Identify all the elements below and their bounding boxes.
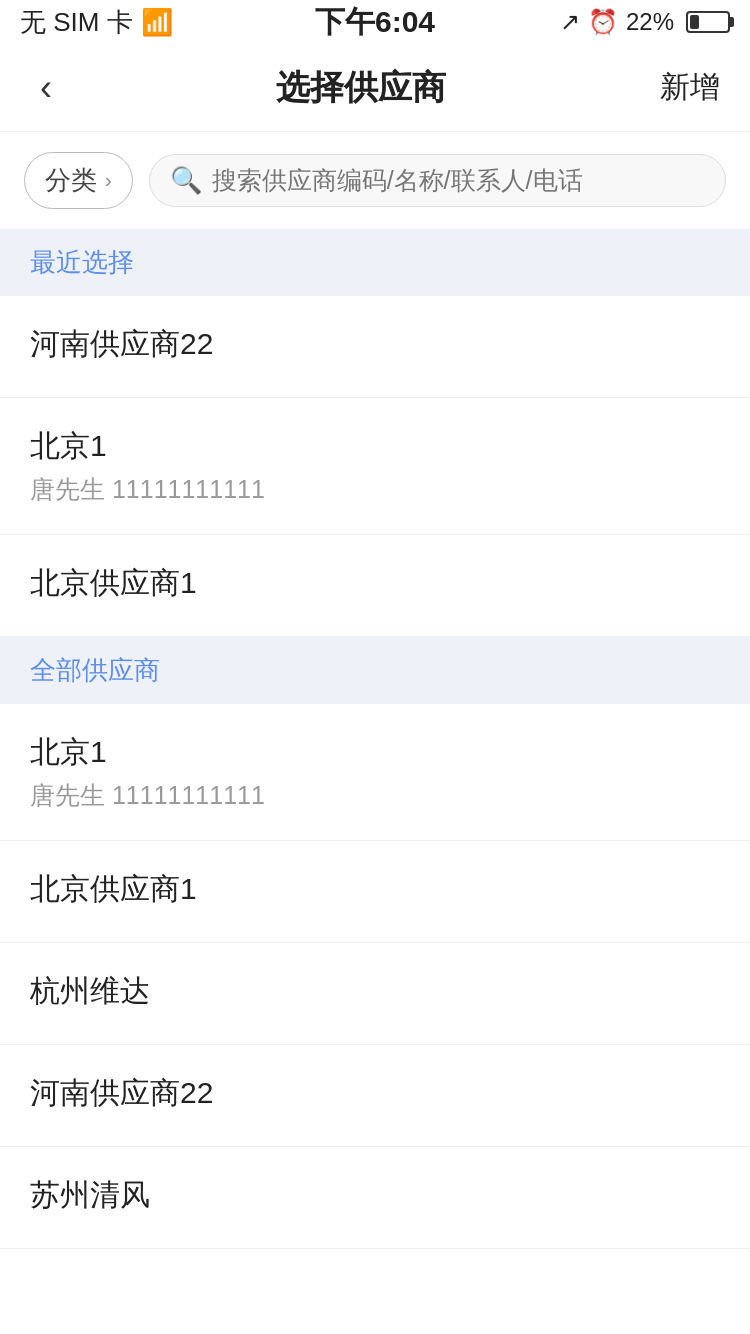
list-item[interactable]: 北京1 唐先生 11111111111 (0, 704, 750, 841)
item-sub: 唐先生 11111111111 (30, 473, 720, 506)
all-list: 北京1 唐先生 11111111111 北京供应商1 杭州维达河南供应商22 苏州清风 (0, 704, 750, 1249)
search-input[interactable] (212, 166, 705, 195)
filter-bar: 分类 › 🔍 (0, 132, 750, 229)
wifi-icon: 📶 (141, 7, 173, 38)
list-item[interactable]: 河南供应商22 (0, 1045, 750, 1147)
item-name: 北京供应商1 (30, 869, 720, 910)
recent-list: 河南供应商22 北京1 唐先生 11111111111 北京供应商1 (0, 296, 750, 637)
list-item[interactable]: 苏州清风 (0, 1147, 750, 1249)
search-icon: 🔍 (170, 165, 202, 196)
item-name: 北京1 (30, 732, 720, 773)
battery-percent: 22% (626, 8, 674, 36)
category-button[interactable]: 分类 › (24, 152, 133, 209)
list-item[interactable]: 北京供应商1 (0, 841, 750, 943)
item-name: 河南供应商22 (30, 324, 720, 365)
list-item[interactable]: 北京供应商1 (0, 535, 750, 637)
all-section-header: 全部供应商 (0, 637, 750, 704)
item-name: 北京供应商1 (30, 563, 720, 604)
status-right: ↗ ⏰ 22% (560, 8, 730, 36)
chevron-icon: › (105, 169, 112, 192)
status-time: 下午6:04 (315, 2, 435, 43)
battery-icon (686, 11, 730, 33)
add-button[interactable]: 新增 (660, 67, 720, 108)
status-left: 无 SIM 卡 📶 (20, 5, 173, 40)
recent-section-label: 最近选择 (30, 247, 134, 277)
alarm-icon: ⏰ (588, 8, 618, 36)
sim-status: 无 SIM 卡 (20, 5, 133, 40)
list-item[interactable]: 河南供应商22 (0, 296, 750, 398)
recent-section-header: 最近选择 (0, 229, 750, 296)
status-bar: 无 SIM 卡 📶 下午6:04 ↗ ⏰ 22% (0, 0, 750, 44)
item-name: 苏州清风 (30, 1175, 720, 1216)
list-item[interactable]: 杭州维达 (0, 943, 750, 1045)
back-button[interactable]: ‹ (30, 57, 62, 119)
search-box: 🔍 (149, 154, 726, 207)
category-label: 分类 (45, 163, 97, 198)
all-section-label: 全部供应商 (30, 655, 160, 685)
item-name: 河南供应商22 (30, 1073, 720, 1114)
item-name: 杭州维达 (30, 971, 720, 1012)
item-name: 北京1 (30, 426, 720, 467)
page-title: 选择供应商 (276, 65, 446, 111)
item-sub: 唐先生 11111111111 (30, 779, 720, 812)
nav-bar: ‹ 选择供应商 新增 (0, 44, 750, 132)
list-item[interactable]: 北京1 唐先生 11111111111 (0, 398, 750, 535)
location-icon: ↗ (560, 8, 580, 36)
